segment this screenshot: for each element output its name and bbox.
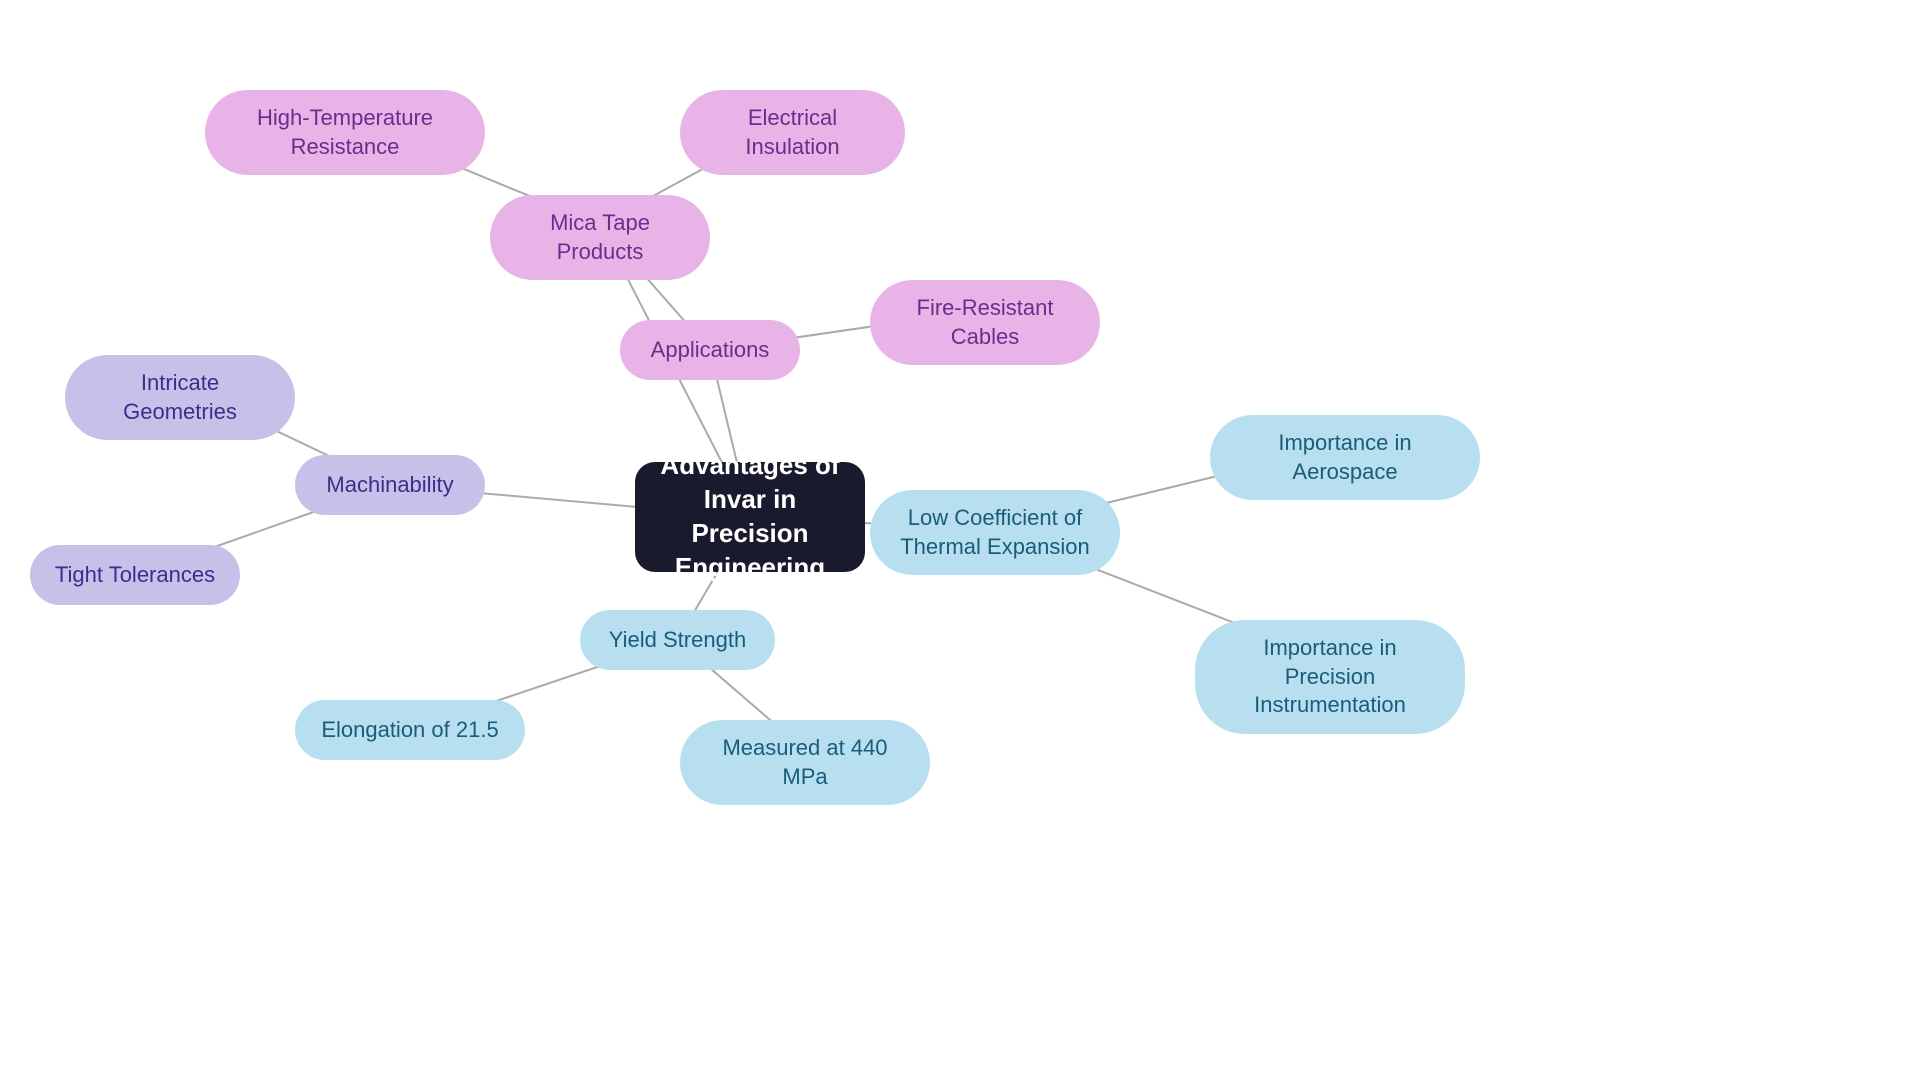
center-node: Advantages of Invar in Precision Enginee… [635, 462, 865, 572]
node-applications: Applications [620, 320, 800, 380]
node-elec-insul: Electrical Insulation [680, 90, 905, 175]
node-machinability: Machinability [295, 455, 485, 515]
node-fire-cables: Fire-Resistant Cables [870, 280, 1100, 365]
node-intricate: Intricate Geometries [65, 355, 295, 440]
node-elongation: Elongation of 21.5 [295, 700, 525, 760]
node-yield: Yield Strength [580, 610, 775, 670]
mind-map: Advantages of Invar in Precision Enginee… [0, 0, 1920, 1083]
node-high-temp: High-Temperature Resistance [205, 90, 485, 175]
node-imp-prec: Importance in Precision Instrumentation [1195, 620, 1465, 734]
node-low-cte: Low Coefficient of Thermal Expansion [870, 490, 1120, 575]
node-tight-tol: Tight Tolerances [30, 545, 240, 605]
node-mica-tape: Mica Tape Products [490, 195, 710, 280]
node-measured: Measured at 440 MPa [680, 720, 930, 805]
node-imp-aero: Importance in Aerospace [1210, 415, 1480, 500]
